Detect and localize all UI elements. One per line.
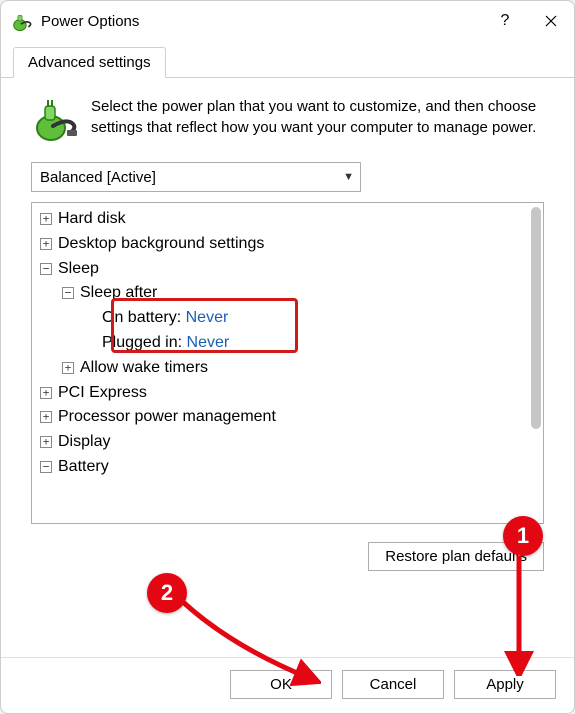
settings-tree-container: +Hard disk +Desktop background settings … [31,202,544,524]
expand-icon[interactable]: + [40,387,52,399]
power-plan-icon [31,96,79,144]
on-battery-value[interactable]: Never [186,309,229,326]
expand-icon[interactable]: + [40,238,52,250]
tab-advanced-settings[interactable]: Advanced settings [13,47,166,78]
tree-item-battery[interactable]: −Battery [40,455,529,480]
collapse-icon[interactable]: − [62,287,74,299]
tree-item-sleep-after[interactable]: −Sleep after On battery: Never Plugged i… [62,281,529,355]
close-icon [545,15,557,27]
power-plan-select[interactable]: Balanced [Active] ▼ [31,162,361,192]
power-options-dialog: Power Options ? Advanced settings [0,0,575,714]
dialog-footer: OK Cancel Apply [1,657,574,713]
intro-text: Select the power plan that you want to c… [91,96,544,138]
vertical-scrollbar[interactable] [529,203,543,523]
tree-item-plugged-in[interactable]: Plugged in: Never [84,331,529,356]
collapse-icon[interactable]: − [40,461,52,473]
tree-item-on-battery[interactable]: On battery: Never [84,306,529,331]
tree-item-processor-power-management[interactable]: +Processor power management [40,405,529,430]
ok-button[interactable]: OK [230,670,332,699]
plugged-in-value[interactable]: Never [187,334,230,351]
expand-icon[interactable]: + [40,411,52,423]
tree-item-sleep[interactable]: −Sleep −Sleep after On battery: Never [40,257,529,381]
cancel-button[interactable]: Cancel [342,670,444,699]
close-button[interactable] [528,1,574,41]
expand-icon[interactable]: + [40,213,52,225]
help-button[interactable]: ? [482,1,528,41]
tree-item-display[interactable]: +Display [40,430,529,455]
tab-strip: Advanced settings [1,41,574,78]
restore-defaults-button[interactable]: Restore plan defaults [368,542,544,571]
intro-row: Select the power plan that you want to c… [31,96,544,144]
tree-item-allow-wake-timers[interactable]: +Allow wake timers [62,356,529,381]
expand-icon[interactable]: + [62,362,74,374]
dialog-content: Select the power plan that you want to c… [1,78,574,657]
collapse-icon[interactable]: − [40,263,52,275]
power-options-icon [11,10,33,32]
chevron-down-icon: ▼ [343,171,354,183]
tree-item-pci-express[interactable]: +PCI Express [40,381,529,406]
window-title: Power Options [41,13,482,30]
scrollbar-thumb[interactable] [531,207,541,429]
title-bar: Power Options ? [1,1,574,41]
power-plan-selected: Balanced [Active] [40,169,156,186]
tree-item-desktop-background[interactable]: +Desktop background settings [40,232,529,257]
tree-item-hard-disk[interactable]: +Hard disk [40,207,529,232]
expand-icon[interactable]: + [40,436,52,448]
apply-button[interactable]: Apply [454,670,556,699]
settings-tree[interactable]: +Hard disk +Desktop background settings … [32,203,529,523]
